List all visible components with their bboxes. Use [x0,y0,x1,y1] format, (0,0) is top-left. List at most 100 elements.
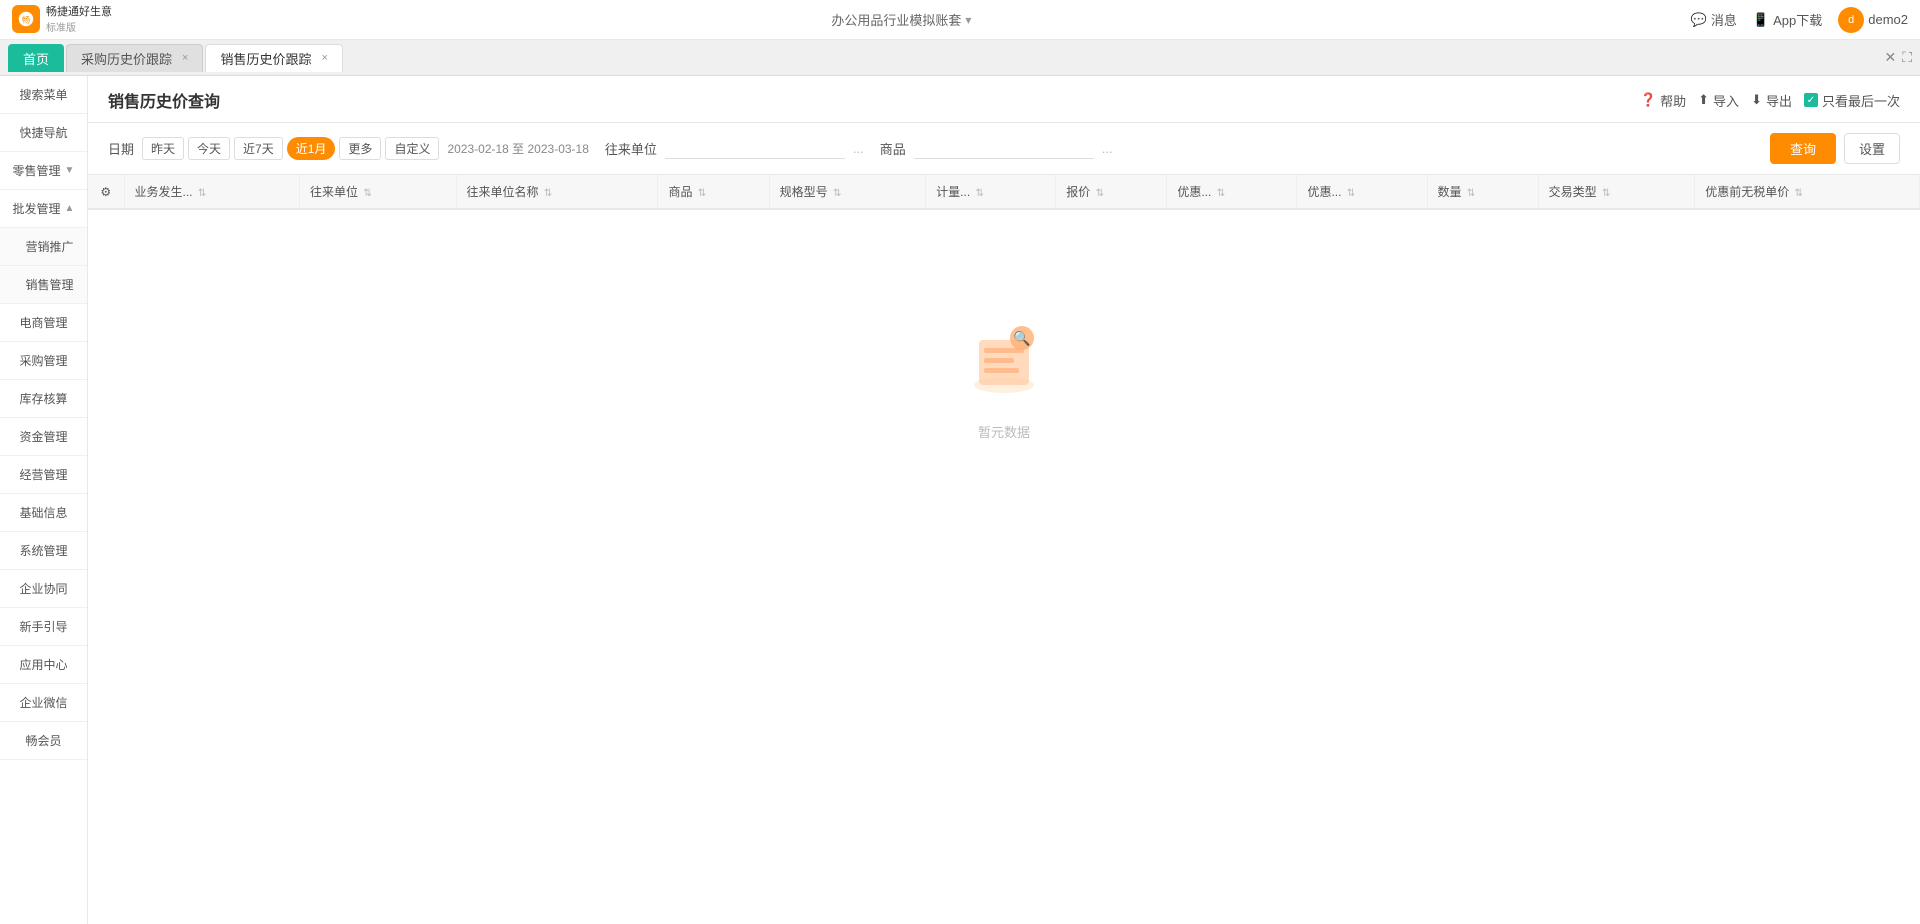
th-customer-name-label: 往来单位名称 [467,185,539,199]
th-qty[interactable]: 数量 ⇅ [1427,175,1538,209]
th-biz-date[interactable]: 业务发生... ⇅ [124,175,299,209]
data-table: ⚙ 业务发生... ⇅ 往来单位 ⇅ 往来单位名称 ⇅ [88,175,1920,210]
th-customer-code[interactable]: 往来单位 ⇅ [299,175,456,209]
topbar-center: 办公用品行业模拟账套 ▾ [831,10,971,29]
logo-text: 畅捷通好生意 [46,5,112,19]
sidebar-item-search[interactable]: 搜索菜单 [0,76,87,114]
user-menu[interactable]: d demo2 [1838,7,1908,33]
date-buttons: 昨天 今天 近7天 近1月 更多 自定义 [142,137,439,160]
sidebar-item-shortcuts[interactable]: 快捷导航 [0,114,87,152]
date-btn-7days[interactable]: 近7天 [234,137,283,160]
import-btn[interactable]: ⬆ 导入 [1698,91,1739,110]
last-only-label: 只看最后一次 [1822,91,1900,110]
tab-purchase-history[interactable]: 采购历史价跟踪 × [66,44,203,72]
tab-purchase-close[interactable]: × [182,52,188,64]
sidebar-member-label: 畅会员 [25,734,61,748]
sort-icon-discount1: ⇅ [1217,188,1225,199]
sidebar-item-wholesale[interactable]: 批发管理 ▲ [0,190,87,228]
logo-sub: 标准版 [46,19,112,34]
tab-home[interactable]: 首页 [8,44,64,72]
sidebar-item-purchase[interactable]: 采购管理 [0,342,87,380]
page-actions: ❓ 帮助 ⬆ 导入 ⬇ 导出 只看最后一次 [1640,91,1900,110]
sidebar-item-sales-mgmt[interactable]: 销售管理 [0,266,87,304]
sidebar-sales-mgmt-label: 销售管理 [25,278,73,292]
tab-sales-close[interactable]: × [321,52,327,64]
sort-icon-customer-name: ⇅ [544,188,552,199]
settings-button[interactable]: 设置 [1844,133,1900,164]
tab-purchase-label: 采购历史价跟踪 [81,49,172,68]
date-btn-custom[interactable]: 自定义 [385,137,439,160]
th-qty-label: 数量 [1438,185,1462,199]
sort-icon-spec: ⇅ [833,188,841,199]
sidebar-item-marketing[interactable]: 营销推广 [0,228,87,266]
th-pre-discount-price-label: 优惠前无税单价 [1705,185,1789,199]
sidebar-item-collab[interactable]: 企业协同 [0,570,87,608]
th-biz-date-label: 业务发生... [135,185,193,199]
sidebar-item-finance[interactable]: 资金管理 [0,418,87,456]
export-btn[interactable]: ⬇ 导出 [1751,91,1792,110]
sidebar-finance-label: 资金管理 [19,430,67,444]
sidebar-item-guide[interactable]: 新手引导 [0,608,87,646]
sort-icon-price: ⇅ [1096,188,1104,199]
sidebar-search-label: 搜索菜单 [19,88,67,102]
sidebar-item-basic-info[interactable]: 基础信息 [0,494,87,532]
customer-input[interactable] [665,139,845,159]
date-filter: 日期 昨天 今天 近7天 近1月 更多 自定义 2023-02-18 至 202… [108,137,589,160]
help-btn[interactable]: ❓ 帮助 [1640,91,1686,110]
date-label: 日期 [108,139,134,158]
th-unit[interactable]: 计量... ⇅ [926,175,1056,209]
sidebar-wholesale-label: 批发管理 [13,200,61,217]
expand-btn[interactable]: ⛶ [1902,49,1912,66]
sidebar-basic-info-label: 基础信息 [19,506,67,520]
th-discount1[interactable]: 优惠... ⇅ [1167,175,1297,209]
sidebar-item-operations[interactable]: 经营管理 [0,456,87,494]
th-discount2-label: 优惠... [1307,185,1341,199]
export-label: 导出 [1766,91,1792,110]
query-button[interactable]: 查询 [1770,133,1836,164]
svg-text:🔍: 🔍 [1013,329,1030,347]
last-only-checkbox[interactable]: 只看最后一次 [1804,91,1900,110]
sidebar-item-app-center[interactable]: 应用中心 [0,646,87,684]
workspace-dropdown[interactable]: ▾ [965,13,971,27]
empty-illustration: 🔍 [954,310,1054,410]
sidebar-item-ecommerce[interactable]: 电商管理 [0,304,87,342]
tab-sales-label: 销售历史价跟踪 [220,49,311,68]
sidebar-item-system[interactable]: 系统管理 [0,532,87,570]
message-btn[interactable]: 💬 消息 [1691,10,1737,29]
logo-area: 畅 畅捷通好生意 标准版 [12,5,112,34]
th-spec[interactable]: 规格型号 ⇅ [769,175,926,209]
sidebar-item-retail[interactable]: 零售管理 ▼ [0,152,87,190]
date-btn-today[interactable]: 今天 [188,137,230,160]
sort-icon-pre-discount: ⇅ [1795,188,1803,199]
date-btn-yesterday[interactable]: 昨天 [142,137,184,160]
th-price[interactable]: 报价 ⇅ [1056,175,1167,209]
sidebar-item-member[interactable]: 畅会员 [0,722,87,760]
th-price-label: 报价 [1066,185,1090,199]
th-trade-type[interactable]: 交易类型 ⇅ [1538,175,1695,209]
date-btn-1month[interactable]: 近1月 [287,137,336,160]
topbar: 畅 畅捷通好生意 标准版 办公用品行业模拟账套 ▾ 💬 消息 📱 App下载 d… [0,0,1920,40]
product-dots: ... [1102,141,1113,156]
sidebar-inventory-label: 库存核算 [19,392,67,406]
sidebar-system-label: 系统管理 [19,544,67,558]
product-label: 商品 [880,139,906,158]
sidebar-item-weixin[interactable]: 企业微信 [0,684,87,722]
th-discount2[interactable]: 优惠... ⇅ [1297,175,1427,209]
close-all-btn[interactable]: ✕ [1884,49,1896,66]
gear-icon[interactable]: ⚙ [100,185,111,199]
download-btn[interactable]: 📱 App下载 [1753,10,1822,29]
table-header-row: ⚙ 业务发生... ⇅ 往来单位 ⇅ 往来单位名称 ⇅ [88,175,1920,209]
th-customer-name[interactable]: 往来单位名称 ⇅ [456,175,658,209]
sort-icon-biz-date: ⇅ [198,188,206,199]
date-btn-more[interactable]: 更多 [339,137,381,160]
th-unit-label: 计量... [936,185,970,199]
product-input[interactable] [914,139,1094,159]
sort-icon-product: ⇅ [698,188,706,199]
date-range-display: 2023-02-18 至 2023-03-18 [447,140,588,157]
sidebar-item-inventory[interactable]: 库存核算 [0,380,87,418]
username-label: demo2 [1868,12,1908,27]
th-product[interactable]: 商品 ⇅ [658,175,769,209]
th-pre-discount-price[interactable]: 优惠前无税单价 ⇅ [1695,175,1920,209]
tab-sales-history[interactable]: 销售历史价跟踪 × [205,44,342,72]
sort-icon-unit: ⇅ [976,188,984,199]
